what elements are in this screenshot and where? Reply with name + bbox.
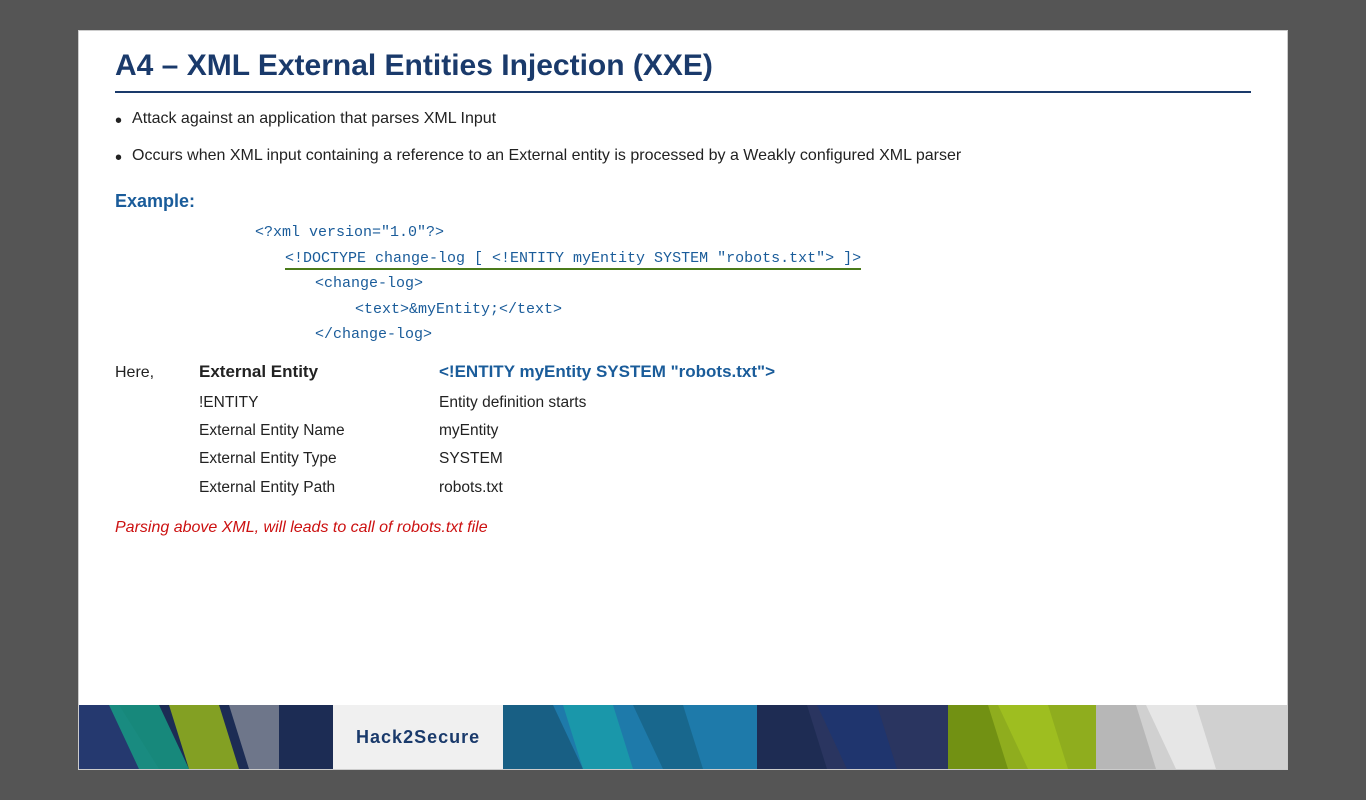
footer-seg-6	[1096, 705, 1287, 769]
slide: A4 – XML External Entities Injection (XX…	[78, 30, 1288, 770]
example-label: Example:	[115, 191, 1251, 212]
footer-triangles-3	[503, 705, 703, 769]
here-label: Here,	[115, 364, 175, 382]
code-line-5: </change-log>	[175, 322, 1251, 348]
code-line-2: <!DOCTYPE change-log [ <!ENTITY myEntity…	[175, 246, 1251, 272]
slide-title: A4 – XML External Entities Injection (XX…	[115, 49, 1251, 93]
code-line-3: <change-log>	[175, 271, 1251, 297]
code-line-1: <?xml version="1.0"?>	[175, 220, 1251, 246]
row-label-0: !ENTITY	[199, 390, 439, 416]
table-row-0: !ENTITY Entity definition starts	[199, 390, 1251, 416]
warning-text: Parsing above XML, will leads to call of…	[115, 519, 1251, 537]
footer-seg-5	[948, 705, 1096, 769]
table-row-2: External Entity Type SYSTEM	[199, 446, 1251, 472]
bullet-list: Attack against an application that parse…	[115, 107, 1251, 181]
footer-brand: Hack2Secure	[333, 705, 503, 769]
row-label-2: External Entity Type	[199, 446, 439, 472]
footer-seg-1	[79, 705, 333, 769]
footer-seg-3	[503, 705, 757, 769]
entity-table: !ENTITY Entity definition starts Externa…	[199, 390, 1251, 501]
footer-triangles-1	[79, 705, 279, 769]
row-value-3: robots.txt	[439, 475, 503, 501]
bullet-item-1: Attack against an application that parse…	[115, 107, 1251, 136]
bullet-item-2: Occurs when XML input containing a refer…	[115, 144, 1251, 173]
footer-triangles-6	[1096, 705, 1236, 769]
brand-text: Hack2Secure	[356, 727, 480, 748]
row-label-3: External Entity Path	[199, 475, 439, 501]
code-line-4: <text>&myEntity;</text>	[175, 297, 1251, 323]
row-label-1: External Entity Name	[199, 418, 439, 444]
table-row-1: External Entity Name myEntity	[199, 418, 1251, 444]
code-block: <?xml version="1.0"?> <!DOCTYPE change-l…	[115, 220, 1251, 348]
footer-seg-4	[757, 705, 948, 769]
entity-section: Here, External Entity <!ENTITY myEntity …	[115, 362, 1251, 513]
slide-content: A4 – XML External Entities Injection (XX…	[79, 31, 1287, 705]
footer-triangles-5	[948, 705, 1068, 769]
row-value-1: myEntity	[439, 418, 498, 444]
row-value-0: Entity definition starts	[439, 390, 586, 416]
entity-here-row: Here, External Entity <!ENTITY myEntity …	[115, 362, 1251, 382]
slide-footer: Hack2Secure	[79, 705, 1287, 769]
entity-term: External Entity	[199, 362, 439, 382]
doctype-line: <!DOCTYPE change-log [ <!ENTITY myEntity…	[285, 250, 861, 270]
row-value-2: SYSTEM	[439, 446, 503, 472]
footer-triangles-4	[757, 705, 917, 769]
entity-value: <!ENTITY myEntity SYSTEM "robots.txt">	[439, 362, 775, 382]
table-row-3: External Entity Path robots.txt	[199, 475, 1251, 501]
